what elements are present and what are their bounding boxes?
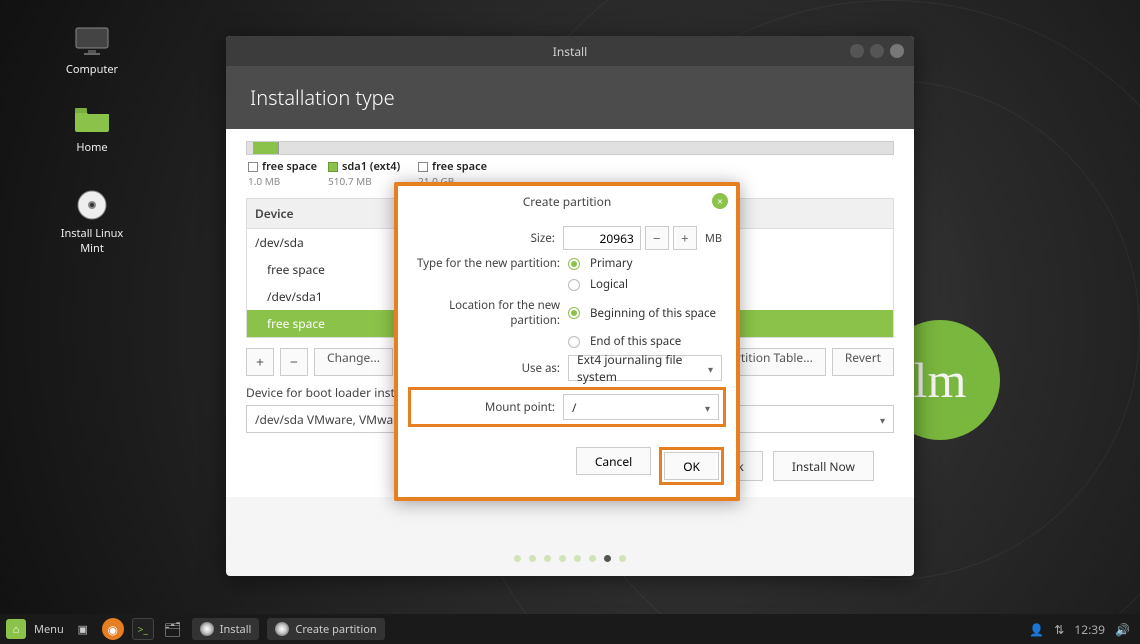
- revert-button[interactable]: Revert: [832, 348, 894, 376]
- menu-button[interactable]: ⌂: [6, 619, 26, 639]
- mount-point-select[interactable]: /: [563, 394, 719, 420]
- radio-end[interactable]: [568, 336, 580, 348]
- dialog-close-button[interactable]: ×: [712, 193, 728, 209]
- taskbar: ⌂ Menu ▣ ◉ >_ 🗂 Install Create partition…: [0, 614, 1140, 644]
- size-input[interactable]: [563, 226, 641, 250]
- window-close-button[interactable]: [890, 44, 904, 58]
- use-as-select[interactable]: Ext4 journaling file system: [568, 355, 722, 381]
- user-icon[interactable]: 👤: [1029, 621, 1044, 638]
- page-heading: Installation type: [226, 66, 914, 129]
- radio-beginning[interactable]: [568, 307, 580, 319]
- size-decrement-button[interactable]: −: [645, 226, 669, 250]
- change-partition-button[interactable]: Change...: [314, 348, 393, 376]
- firefox-launcher[interactable]: ◉: [102, 618, 124, 640]
- window-maximize-button[interactable]: [870, 44, 884, 58]
- radio-logical[interactable]: [568, 279, 580, 291]
- taskbar-task-install[interactable]: Install: [192, 618, 260, 640]
- dialog-title: Create partition: [523, 193, 612, 210]
- volume-icon[interactable]: 🔊: [1115, 621, 1130, 638]
- dialog-ok-button[interactable]: OK: [664, 452, 719, 480]
- network-icon[interactable]: ⇅: [1054, 621, 1064, 638]
- chevron-down-icon: [880, 411, 885, 428]
- size-increment-button[interactable]: +: [673, 226, 697, 250]
- mount-point-label: Mount point:: [415, 400, 563, 415]
- disc-icon: [52, 190, 132, 220]
- remove-partition-button[interactable]: −: [280, 348, 308, 376]
- desktop-icon-label: Install Linux Mint: [52, 226, 132, 256]
- partition-bar: [246, 141, 894, 155]
- add-partition-button[interactable]: +: [246, 348, 274, 376]
- show-desktop-button[interactable]: ▣: [72, 618, 94, 640]
- desktop-icon-label: Home: [52, 140, 132, 155]
- folder-icon: [52, 104, 132, 134]
- clock[interactable]: 12:39: [1074, 621, 1105, 638]
- window-title: Install: [553, 43, 588, 60]
- dialog-cancel-button[interactable]: Cancel: [576, 447, 651, 475]
- monitor-icon: [52, 26, 132, 56]
- partition-type-label: Type for the new partition:: [412, 256, 568, 271]
- desktop-icon-label: Computer: [52, 62, 132, 77]
- desktop-icon-install[interactable]: Install Linux Mint: [52, 190, 132, 256]
- create-partition-dialog: Create partition × Size: − + MB Type for…: [394, 182, 740, 501]
- menu-label[interactable]: Menu: [34, 622, 64, 637]
- terminal-launcher[interactable]: >_: [132, 618, 154, 640]
- desktop-icon-home[interactable]: Home: [52, 104, 132, 155]
- radio-primary[interactable]: [568, 258, 580, 270]
- disc-icon: [275, 622, 289, 636]
- progress-dots: [514, 555, 626, 562]
- files-launcher[interactable]: 🗂: [162, 618, 184, 640]
- taskbar-task-create-partition[interactable]: Create partition: [267, 618, 384, 640]
- desktop-icon-computer[interactable]: Computer: [52, 26, 132, 77]
- use-as-label: Use as:: [412, 361, 568, 376]
- window-minimize-button[interactable]: [850, 44, 864, 58]
- chevron-down-icon: [708, 360, 713, 377]
- disc-icon: [200, 622, 214, 636]
- install-now-button[interactable]: Install Now: [773, 451, 874, 481]
- chevron-down-icon: [705, 399, 710, 416]
- window-titlebar[interactable]: Install: [226, 36, 914, 66]
- size-unit: MB: [705, 231, 722, 246]
- location-label: Location for the new partition:: [412, 298, 568, 328]
- size-label: Size:: [412, 231, 563, 246]
